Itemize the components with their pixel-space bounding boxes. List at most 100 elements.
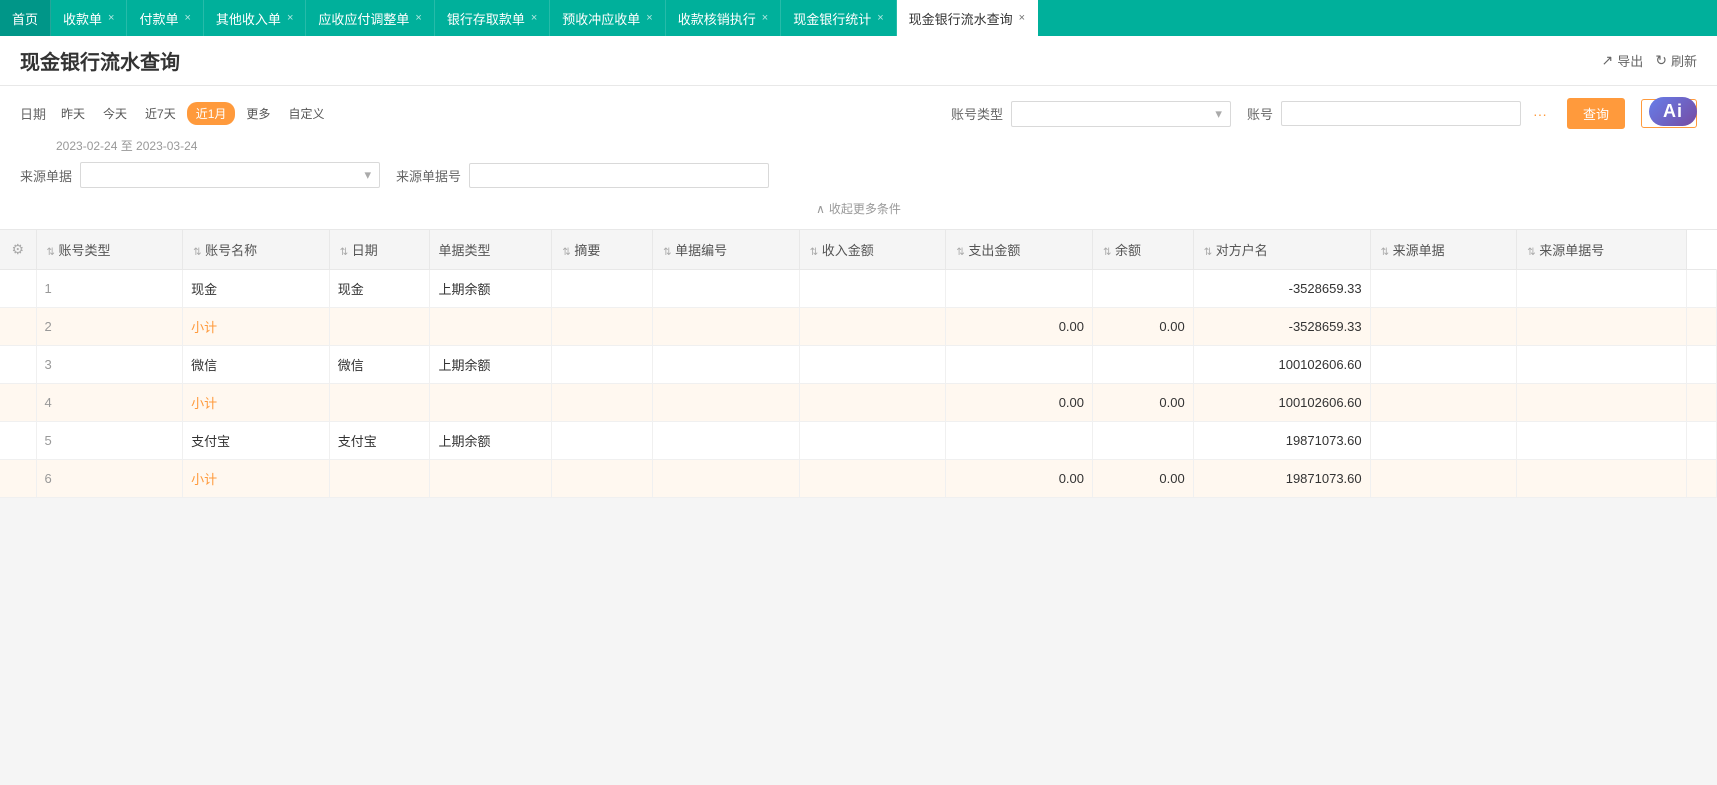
table-row[interactable]: 3微信微信上期余额100102606.60 [0, 346, 1717, 384]
row-income: 0.00 [946, 384, 1093, 422]
nav-tab-verification[interactable]: 收款核销执行 × [666, 0, 781, 36]
nav-tab-prepayment-close[interactable]: × [646, 12, 652, 24]
row-gear-cell [0, 346, 36, 384]
nav-tab-bank-stats-close[interactable]: × [877, 12, 883, 24]
table-row[interactable]: 2小计0.000.00-3528659.33 [0, 308, 1717, 346]
table-header-row: ⚙ ⇅ 账号类型 ⇅ 账号名称 ⇅ 日期 单据类型 ⇅ 摘要 [0, 230, 1717, 270]
table-header-doc-type[interactable]: 单据类型 [430, 230, 552, 270]
table-container: ⚙ ⇅ 账号类型 ⇅ 账号名称 ⇅ 日期 单据类型 ⇅ 摘要 [0, 230, 1717, 498]
source-doc-chevron-icon: ▾ [364, 167, 371, 183]
row-doc-type [552, 422, 653, 460]
row-account-type: 现金 [183, 270, 330, 308]
row-counterparty [1370, 422, 1517, 460]
table-header-settings[interactable]: ⚙ [0, 230, 36, 270]
nav-tab-verification-label: 收款核销执行 [678, 9, 756, 28]
row-doc-no [799, 422, 946, 460]
row-income [946, 346, 1093, 384]
date-quick-buttons: 昨天 今天 近7天 近1月 更多 自定义 [54, 102, 331, 125]
table-gear-icon[interactable]: ⚙ [11, 241, 24, 257]
ai-assistant-button[interactable]: Ai [1649, 97, 1697, 126]
date-btn-more[interactable]: 更多 [239, 102, 277, 125]
date-btn-today[interactable]: 今天 [96, 102, 134, 125]
table-header-date[interactable]: ⇅ 日期 [329, 230, 430, 270]
source-doc-select[interactable]: ▾ [80, 162, 380, 188]
row-summary [653, 422, 800, 460]
nav-tab-payment-close[interactable]: × [184, 12, 190, 24]
source-doc-num-input[interactable] [469, 163, 769, 188]
nav-tab-payment[interactable]: 付款单 × [127, 0, 203, 36]
table-header-doc-no[interactable]: ⇅ 单据编号 [653, 230, 800, 270]
source-doc-num-label: 来源单据号 [396, 166, 461, 185]
date-btn-yesterday[interactable]: 昨天 [54, 102, 92, 125]
export-button[interactable]: ↗ 导出 [1602, 51, 1644, 70]
nav-tab-bank-deposit-close[interactable]: × [531, 12, 537, 24]
nav-tab-other-income-close[interactable]: × [287, 12, 293, 24]
row-doc-type [552, 384, 653, 422]
refresh-button[interactable]: ↻ 刷新 [1655, 51, 1697, 70]
table-row[interactable]: 5支付宝支付宝上期余额19871073.60 [0, 422, 1717, 460]
nav-tab-adjustment-close[interactable]: × [415, 12, 421, 24]
table-header-balance[interactable]: ⇅ 余额 [1093, 230, 1194, 270]
row-date [430, 308, 552, 346]
nav-tab-bank-flow-close[interactable]: × [1019, 12, 1025, 24]
row-doc-no [799, 384, 946, 422]
row-account-name: 支付宝 [329, 422, 430, 460]
table-header-source-doc-no[interactable]: ⇅ 来源单据号 [1517, 230, 1687, 270]
account-type-select[interactable]: ▾ [1011, 101, 1231, 127]
collapse-filter-bar[interactable]: ∧ 收起更多条件 [20, 196, 1697, 217]
nav-tab-prepayment[interactable]: 预收冲应收单 × [550, 0, 665, 36]
row-expense [1093, 346, 1194, 384]
table-header-source-doc[interactable]: ⇅ 来源单据 [1370, 230, 1517, 270]
nav-tab-bank-deposit-label: 银行存取款单 [447, 9, 525, 28]
row-source-doc [1517, 270, 1687, 308]
nav-tab-bank-stats[interactable]: 现金银行统计 × [781, 0, 896, 36]
nav-tab-home[interactable]: 首页 [0, 0, 51, 36]
row-account-name: 微信 [329, 346, 430, 384]
table-row[interactable]: 4小计0.000.00100102606.60 [0, 384, 1717, 422]
table-header-income[interactable]: ⇅ 收入金额 [799, 230, 946, 270]
date-btn-1month[interactable]: 近1月 [187, 102, 236, 125]
row-doc-no [799, 308, 946, 346]
query-button[interactable]: 查询 [1567, 98, 1625, 129]
nav-tab-bank-deposit[interactable]: 银行存取款单 × [435, 0, 550, 36]
table-row[interactable]: 6小计0.000.0019871073.60 [0, 460, 1717, 498]
nav-tab-receipt[interactable]: 收款单 × [51, 0, 127, 36]
sort-icon-name: ⇅ [193, 247, 201, 258]
nav-tab-verification-close[interactable]: × [762, 12, 768, 24]
row-balance: -3528659.33 [1193, 308, 1370, 346]
nav-tab-adjustment-label: 应收应付调整单 [318, 9, 409, 28]
table-header-summary[interactable]: ⇅ 摘要 [552, 230, 653, 270]
row-source-doc-no [1686, 308, 1716, 346]
nav-tab-adjustment[interactable]: 应收应付调整单 × [306, 0, 434, 36]
account-input[interactable] [1281, 101, 1521, 126]
nav-tab-bank-flow[interactable]: 现金银行流水查询 × [897, 0, 1038, 36]
date-btn-custom[interactable]: 自定义 [281, 102, 331, 125]
row-date: 上期余额 [430, 422, 552, 460]
row-doc-no [799, 270, 946, 308]
row-source-doc [1517, 308, 1687, 346]
row-date: 上期余额 [430, 346, 552, 384]
row-source-doc [1517, 384, 1687, 422]
sort-icon-income: ⇅ [810, 247, 818, 258]
table-header-account-name[interactable]: ⇅ 账号名称 [183, 230, 330, 270]
row-number: 4 [36, 384, 183, 422]
table-row[interactable]: 1现金现金上期余额-3528659.33 [0, 270, 1717, 308]
sort-icon-sourcedocno: ⇅ [1527, 247, 1535, 258]
row-number: 1 [36, 270, 183, 308]
table-header-counterparty[interactable]: ⇅ 对方户名 [1193, 230, 1370, 270]
nav-tab-home-label: 首页 [12, 9, 38, 28]
filter-row-1: 日期 昨天 今天 近7天 近1月 更多 自定义 账号类型 ▾ 账号 ··· [20, 98, 1697, 129]
table-header-expense[interactable]: ⇅ 支出金额 [946, 230, 1093, 270]
data-table: ⚙ ⇅ 账号类型 ⇅ 账号名称 ⇅ 日期 单据类型 ⇅ 摘要 [0, 230, 1717, 498]
nav-tab-receipt-close[interactable]: × [108, 12, 114, 24]
row-account-type: 支付宝 [183, 422, 330, 460]
date-btn-7days[interactable]: 近7天 [138, 102, 183, 125]
row-account-name: 现金 [329, 270, 430, 308]
table-header-account-type[interactable]: ⇅ 账号类型 [36, 230, 183, 270]
page-title: 现金银行流水查询 [20, 46, 180, 75]
sort-icon-balance: ⇅ [1103, 247, 1111, 258]
account-type-filter: 账号类型 ▾ [951, 101, 1231, 127]
nav-tab-other-income[interactable]: 其他收入单 × [204, 0, 306, 36]
row-gear-cell [0, 270, 36, 308]
account-ellipsis-button[interactable]: ··· [1529, 104, 1551, 124]
